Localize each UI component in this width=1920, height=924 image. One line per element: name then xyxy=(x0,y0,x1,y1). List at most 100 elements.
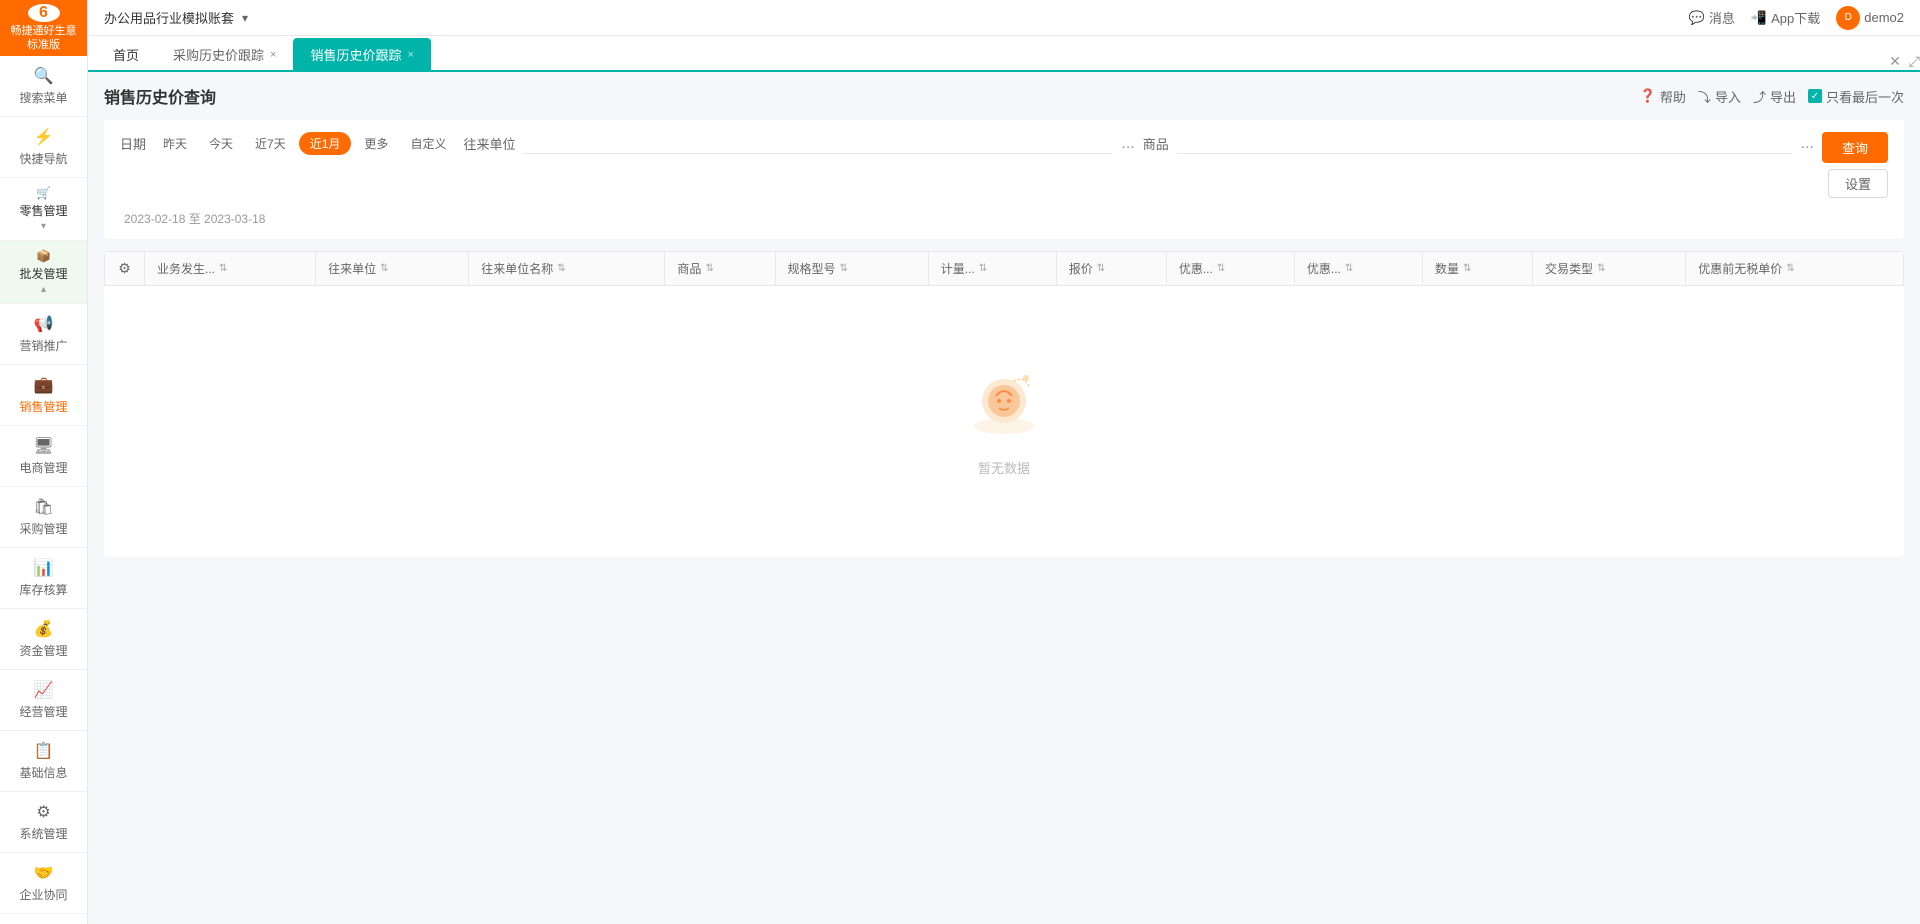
sidebar-item-marketing[interactable]: 📢 营销推广 xyxy=(0,304,88,365)
app-subtitle: 标准版 xyxy=(27,38,60,52)
date-buttons: 昨天 今天 近7天 近1月 更多 自定义 xyxy=(154,132,455,155)
date-range-display: 2023-02-18 至 2023-03-18 xyxy=(124,212,265,226)
col-spec-label: 规格型号 xyxy=(788,260,836,277)
sidebar-item-purchase[interactable]: 🛍 采购管理 xyxy=(0,487,88,548)
col-partner-name-label: 往来单位名称 xyxy=(481,260,553,277)
sidebar-item-enterprise[interactable]: 🤝 企业协同 xyxy=(0,853,88,914)
sidebar-item-label: 销售管理 xyxy=(19,398,67,415)
sidebar-item-label: 库存核算 xyxy=(19,581,67,598)
export-button[interactable]: ⤴ 导出 xyxy=(1753,87,1796,106)
tab-home[interactable]: 首页 xyxy=(96,38,156,70)
sidebar-item-label: 经营管理 xyxy=(19,703,67,720)
import-icon: ⤵ xyxy=(1698,87,1711,106)
tab-purchase-close[interactable]: × xyxy=(270,49,276,61)
col-partner-code-label: 往来单位 xyxy=(328,260,376,277)
sidebar-item-search-menu[interactable]: 🔍 搜索菜单 xyxy=(0,56,88,117)
topbar-title: 办公用品行业模拟账套 xyxy=(104,8,234,27)
date-btn-7days[interactable]: 近7天 xyxy=(246,132,295,155)
checkbox-icon: ✓ xyxy=(1808,89,1822,103)
sidebar-item-label: 批发管理 xyxy=(19,265,67,282)
col-settings: ⚙ xyxy=(105,252,145,286)
sidebar-item-wholesale[interactable]: 📦 批发管理 ▴ xyxy=(0,241,88,304)
sort-discount1-icon: ⇅ xyxy=(1217,263,1225,274)
sidebar-item-shortcut[interactable]: ⚡ 快捷导航 xyxy=(0,117,88,178)
sidebar: 6 畅捷通好生意 标准版 🔍 搜索菜单 ⚡ 快捷导航 🛒 零售管理 ▾ 📦 批发… xyxy=(0,0,88,924)
col-no-tax-price[interactable]: 优惠前无税单价 ⇅ xyxy=(1686,252,1904,286)
inventory-icon: 📊 xyxy=(34,558,54,578)
setting-button[interactable]: 设置 xyxy=(1828,169,1888,198)
help-button[interactable]: ❓ 帮助 xyxy=(1640,87,1686,106)
window-controls: ✕ ⤢ xyxy=(1889,53,1920,70)
basic-icon: 📋 xyxy=(34,741,54,761)
tabbar: 首页 采购历史价跟踪 × 销售历史价跟踪 × ✕ ⤢ xyxy=(88,36,1920,72)
col-qty[interactable]: 数量 ⇅ xyxy=(1422,252,1532,286)
ecom-icon: 🖥 xyxy=(33,436,53,456)
col-goods[interactable]: 商品 ⇅ xyxy=(665,252,775,286)
sidebar-item-finance[interactable]: 💰 资金管理 xyxy=(0,609,88,670)
sidebar-item-system[interactable]: ⚙ 系统管理 xyxy=(0,792,88,853)
sidebar-item-label: 系统管理 xyxy=(19,825,67,842)
enterprise-icon: 🤝 xyxy=(34,863,54,883)
sort-trade-type-icon: ⇅ xyxy=(1597,263,1605,274)
sidebar-item-basic[interactable]: 📋 基础信息 xyxy=(0,731,88,792)
sort-quote-icon: ⇅ xyxy=(1097,263,1105,274)
page-actions: ❓ 帮助 ⤵ 导入 ⤴ 导出 ✓ 只看最后一次 xyxy=(1640,87,1904,106)
partner-input[interactable] xyxy=(523,134,1113,154)
app-logo-text: 畅捷通好生意 xyxy=(11,24,77,38)
import-button[interactable]: ⤵ 导入 xyxy=(1698,87,1741,106)
col-partner-code[interactable]: 往来单位 ⇅ xyxy=(316,252,469,286)
table-settings-icon[interactable]: ⚙ xyxy=(118,260,131,276)
col-discount2[interactable]: 优惠... ⇅ xyxy=(1294,252,1422,286)
data-table: ⚙ 业务发生... ⇅ 往来单位 ⇅ xyxy=(104,251,1904,557)
col-discount1[interactable]: 优惠... ⇅ xyxy=(1166,252,1294,286)
message-button[interactable]: 💬 消息 xyxy=(1689,8,1735,27)
user-profile[interactable]: D demo2 xyxy=(1836,6,1904,30)
help-label: 帮助 xyxy=(1660,87,1686,106)
sidebar-item-label: 企业协同 xyxy=(19,886,67,903)
col-unit[interactable]: 计量... ⇅ xyxy=(928,252,1056,286)
only-last-checkbox[interactable]: ✓ 只看最后一次 xyxy=(1808,87,1904,106)
col-trade-type-label: 交易类型 xyxy=(1545,260,1593,277)
table-header-row: ⚙ 业务发生... ⇅ 往来单位 ⇅ xyxy=(105,252,1904,286)
import-label: 导入 xyxy=(1715,87,1741,106)
tab-sales-track[interactable]: 销售历史价跟踪 × xyxy=(293,38,430,70)
col-trade-type[interactable]: 交易类型 ⇅ xyxy=(1533,252,1686,286)
sidebar-item-ecom[interactable]: 🖥 电商管理 xyxy=(0,426,88,487)
sidebar-item-operation[interactable]: 📈 经营管理 xyxy=(0,670,88,731)
date-btn-more[interactable]: 更多 xyxy=(355,132,397,155)
date-btn-yesterday[interactable]: 昨天 xyxy=(154,132,196,155)
close-window-icon[interactable]: ✕ xyxy=(1889,53,1901,70)
col-unit-label: 计量... xyxy=(941,260,975,277)
sidebar-item-guide[interactable]: 🎯 新手引导 xyxy=(0,914,88,924)
col-quote[interactable]: 报价 ⇅ xyxy=(1056,252,1166,286)
date-btn-1month[interactable]: 近1月 xyxy=(299,132,352,155)
goods-input[interactable] xyxy=(1177,134,1793,154)
sidebar-item-retail[interactable]: 🛒 零售管理 ▾ xyxy=(0,178,88,241)
sidebar-item-inventory[interactable]: 📊 库存核算 xyxy=(0,548,88,609)
col-goods-label: 商品 xyxy=(677,260,701,277)
topbar-dropdown-icon[interactable]: ▾ xyxy=(242,11,248,25)
col-qty-label: 数量 xyxy=(1435,260,1459,277)
sort-unit-icon: ⇅ xyxy=(979,263,987,274)
maximize-window-icon[interactable]: ⤢ xyxy=(1909,53,1920,70)
tab-sales-close[interactable]: × xyxy=(407,49,413,61)
sidebar-item-label: 营销推广 xyxy=(19,337,67,354)
tab-purchase-track[interactable]: 采购历史价跟踪 × xyxy=(156,38,293,70)
marketing-icon: 📢 xyxy=(34,314,54,334)
date-label: 日期 xyxy=(120,134,146,153)
partner-dots[interactable]: ... xyxy=(1121,135,1134,153)
sidebar-item-label: 搜索菜单 xyxy=(19,89,67,106)
goods-dots[interactable]: ... xyxy=(1801,135,1814,153)
col-partner-name[interactable]: 往来单位名称 ⇅ xyxy=(469,252,665,286)
app-download-button[interactable]: 📲 App下载 xyxy=(1751,8,1820,27)
sidebar-item-label: 资金管理 xyxy=(19,642,67,659)
wholesale-arrow: ▴ xyxy=(41,284,46,295)
date-btn-custom[interactable]: 自定义 xyxy=(401,132,455,155)
sidebar-item-sales[interactable]: 💼 销售管理 xyxy=(0,365,88,426)
col-spec[interactable]: 规格型号 ⇅ xyxy=(775,252,928,286)
col-no-tax-price-label: 优惠前无税单价 xyxy=(1698,260,1782,277)
col-biz-date[interactable]: 业务发生... ⇅ xyxy=(145,252,316,286)
date-btn-today[interactable]: 今天 xyxy=(200,132,242,155)
query-button[interactable]: 查询 xyxy=(1822,132,1888,163)
sort-goods-icon: ⇅ xyxy=(705,263,713,274)
